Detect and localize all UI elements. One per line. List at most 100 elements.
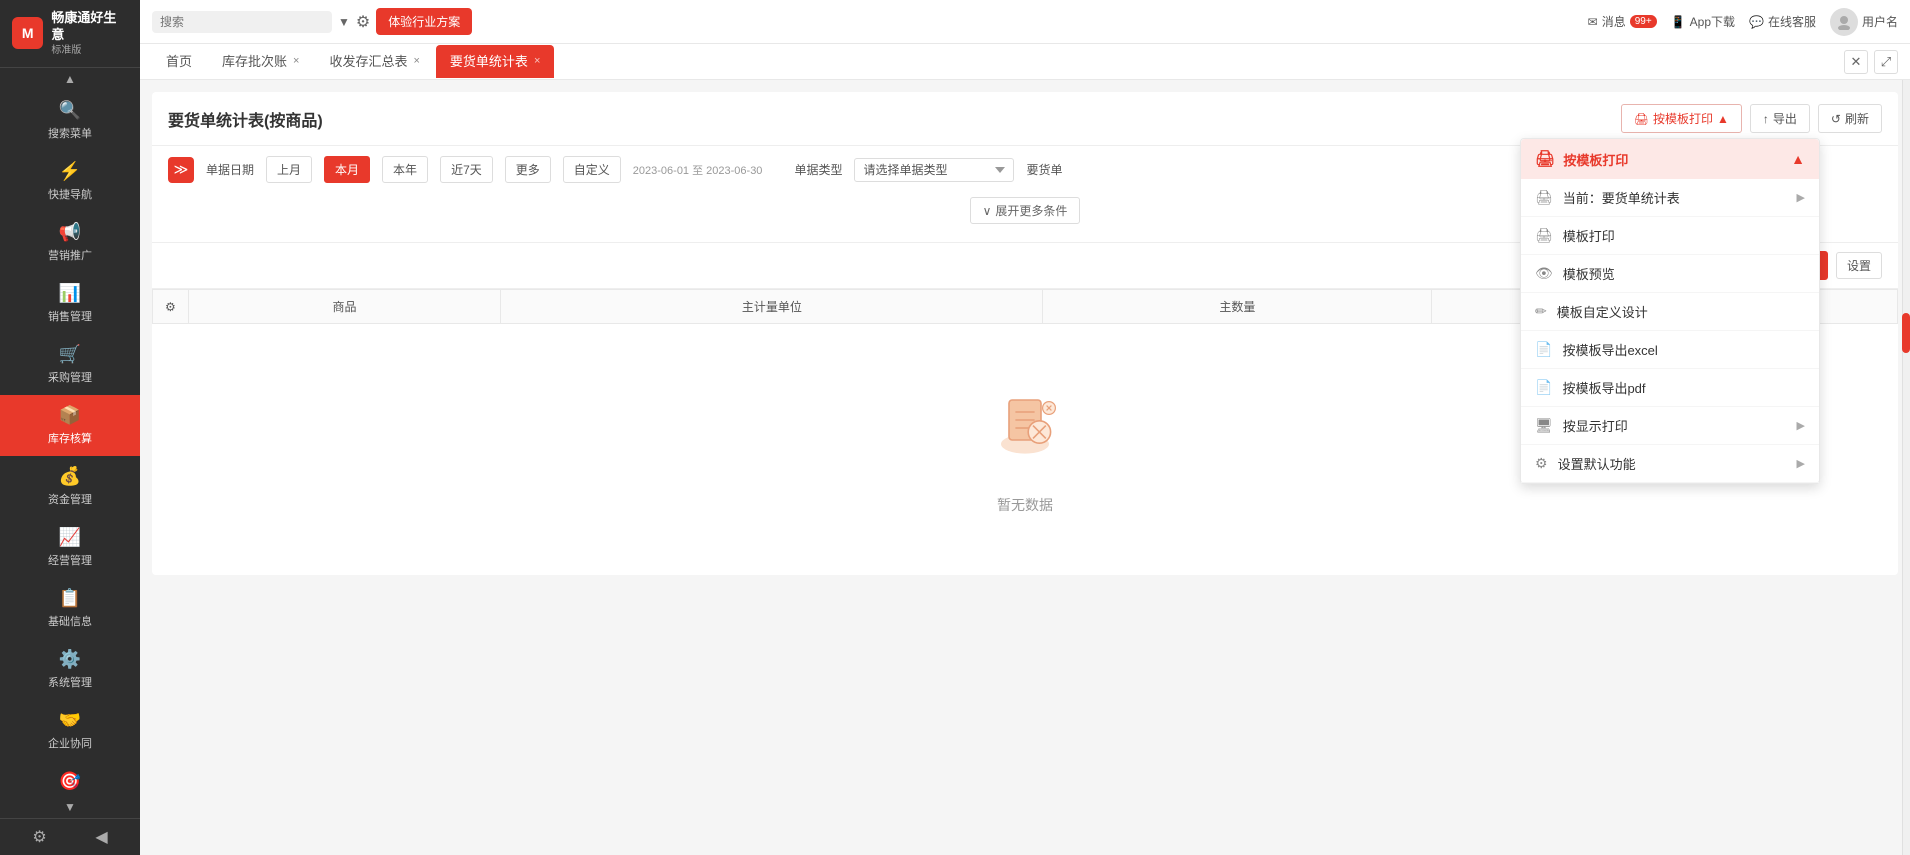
sidebar-item-basic[interactable]: 📋 基础信息 — [0, 578, 140, 639]
date-btn-this-month[interactable]: 本月 — [324, 156, 370, 183]
sidebar-item-quicknav[interactable]: ⚡ 快捷导航 — [0, 151, 140, 212]
top-bar-right: ✉ 消息 99+ 📱 App下载 💬 在线客服 用户名 — [1588, 8, 1898, 36]
sidebar-label-collab: 企业协同 — [48, 735, 92, 751]
topbar-gear-icon[interactable]: ⚙ — [356, 12, 370, 32]
refresh-btn-label: 刷新 — [1845, 110, 1869, 127]
app-download-btn[interactable]: 📱 App下载 — [1671, 13, 1735, 30]
refresh-icon: ↺ — [1831, 112, 1841, 126]
breadcrumb-search-input[interactable] — [152, 11, 332, 33]
sidebar-item-finance[interactable]: 💰 资金管理 — [0, 456, 140, 517]
dropdown-collapse-icon[interactable]: ▲ — [1791, 151, 1805, 167]
expand-icon: ⤢ — [1881, 54, 1891, 70]
basic-icon: 📋 — [59, 588, 81, 609]
dropdown-item-template-preview[interactable]: 👁 模板预览 — [1521, 255, 1819, 293]
dropdown-item-template-custom[interactable]: ✏ 模板自定义设计 — [1521, 293, 1819, 331]
col-quantity: 主数量 — [1043, 290, 1432, 324]
default-func-label: 设置默认功能 — [1558, 454, 1636, 473]
sidebar-item-operation[interactable]: 📈 经营管理 — [0, 517, 140, 578]
filter-expand-btn[interactable]: ≫ — [168, 157, 194, 183]
display-print-icon: 🖥 — [1535, 417, 1553, 434]
default-func-icon: ⚙ — [1535, 455, 1548, 472]
template-preview-icon: 👁 — [1535, 265, 1553, 282]
search-icon: 🔍 — [59, 100, 81, 121]
sidebar-item-search[interactable]: 🔍 搜索菜单 — [0, 90, 140, 151]
template-pdf-label: 按模板导出pdf — [1562, 378, 1645, 397]
date-btn-more[interactable]: 更多 — [505, 156, 551, 183]
tab-close-inventory-batch[interactable]: × — [293, 55, 299, 67]
dropdown-current-item[interactable]: 🖨 当前：要货单统计表 ▶ — [1521, 179, 1819, 217]
refresh-btn[interactable]: ↺ 刷新 — [1818, 104, 1882, 133]
dropdown-display-print-group[interactable]: 🖥 按显示打印 ▶ — [1521, 407, 1819, 445]
sidebar-label-inventory: 库存核算 — [48, 430, 92, 446]
user-avatar-area[interactable]: 用户名 — [1830, 8, 1898, 36]
tab-collection-summary[interactable]: 收发存汇总表 × — [315, 45, 433, 78]
scrollbar-right[interactable] — [1902, 80, 1910, 855]
template-print-label: 模板打印 — [1563, 226, 1615, 245]
system-icon: ⚙️ — [59, 649, 81, 670]
dropdown-item-template-pdf[interactable]: 📄 按模板导出pdf — [1521, 369, 1819, 407]
sidebar-audio-btn[interactable]: ◀ — [95, 827, 107, 847]
content-area: 要货单统计表(按商品) 🖨 按模板打印 ▲ ↑ 导出 ↺ 刷新 — [140, 80, 1910, 855]
tab-inventory-batch[interactable]: 库存批次账 × — [208, 45, 313, 78]
online-service-btn[interactable]: 💬 在线客服 — [1749, 13, 1816, 30]
sidebar-item-collab[interactable]: 🤝 企业协同 — [0, 700, 140, 761]
tab-requisition-stats[interactable]: 要货单统计表 × — [436, 45, 554, 78]
messages-label: 消息 — [1602, 13, 1626, 30]
dropdown-item-template-print[interactable]: 🖨 模板打印 — [1521, 217, 1819, 255]
service-icon: 💬 — [1749, 15, 1764, 29]
date-btn-custom[interactable]: 自定义 — [563, 156, 621, 183]
print-btn[interactable]: 🖨 按模板打印 ▲ — [1621, 104, 1742, 133]
sidebar-item-inventory[interactable]: 📦 库存核算 — [0, 395, 140, 456]
avatar — [1830, 8, 1858, 36]
type-filter-select[interactable]: 请选择单据类型 — [854, 158, 1014, 182]
app-icon: 📱 — [1671, 15, 1686, 29]
dropdown-header[interactable]: 🖨 按模板打印 ▲ — [1521, 139, 1819, 179]
tab-close-requisition-stats[interactable]: × — [534, 55, 540, 67]
marketing-icon: 📢 — [59, 222, 81, 243]
sidebar-bottom: ⚙ ◀ — [0, 818, 140, 855]
expand-more-icon: ∨ — [983, 204, 992, 218]
messages-btn[interactable]: ✉ 消息 99+ — [1588, 13, 1657, 30]
app-download-label: App下载 — [1690, 13, 1735, 30]
export-icon: ↑ — [1763, 112, 1769, 126]
dropdown-current-label: 当前：要货单统计表 — [1563, 188, 1680, 207]
date-btn-7days[interactable]: 近7天 — [440, 156, 493, 183]
default-func-chevron: ▶ — [1797, 457, 1805, 470]
sidebar-item-guide[interactable]: 🎯 新手引导 — [0, 761, 140, 796]
col-settings[interactable]: ⚙ — [153, 290, 189, 324]
sidebar-item-system[interactable]: ⚙️ 系统管理 — [0, 639, 140, 700]
sidebar-settings-btn[interactable]: ⚙ — [32, 827, 46, 847]
top-bar-left: ▼ ⚙ 体验行业方案 — [152, 8, 1580, 35]
dropdown-item-template-excel[interactable]: 📄 按模板导出excel — [1521, 331, 1819, 369]
display-print-chevron: ▶ — [1797, 419, 1805, 432]
tab-label-requisition-stats: 要货单统计表 — [450, 51, 528, 70]
expand-more-btn[interactable]: ∨ 展开更多条件 — [970, 197, 1081, 224]
date-btn-last-month[interactable]: 上月 — [266, 156, 312, 183]
quicknav-icon: ⚡ — [59, 161, 81, 182]
sidebar-label-operation: 经营管理 — [48, 552, 92, 568]
sidebar-item-sales[interactable]: 📊 销售管理 — [0, 273, 140, 334]
date-btn-this-year[interactable]: 本年 — [382, 156, 428, 183]
trial-btn[interactable]: 体验行业方案 — [376, 8, 472, 35]
sidebar-item-marketing[interactable]: 📢 营销推广 — [0, 212, 140, 273]
template-custom-label: 模板自定义设计 — [1557, 302, 1648, 321]
breadcrumb-dropdown-icon[interactable]: ▼ — [338, 15, 350, 29]
top-bar: ▼ ⚙ 体验行业方案 ✉ 消息 99+ 📱 App下载 💬 在线客服 — [140, 0, 1910, 44]
sidebar-item-purchase[interactable]: 🛒 采购管理 — [0, 334, 140, 395]
expand-more-label: 展开更多条件 — [995, 202, 1067, 219]
sidebar-scroll-down[interactable]: ▼ — [0, 796, 140, 818]
tab-close-collection-summary[interactable]: × — [413, 55, 419, 67]
col-unit: 主计量单位 — [501, 290, 1043, 324]
tab-close-window-btn[interactable]: ✕ — [1844, 50, 1868, 74]
settings-btn[interactable]: 设置 — [1836, 252, 1882, 279]
tab-home[interactable]: 首页 — [152, 45, 206, 78]
chevron-down-icon: ▼ — [64, 800, 76, 814]
dropdown-default-func-group[interactable]: ⚙ 设置默认功能 ▶ — [1521, 445, 1819, 483]
sidebar-scroll-up[interactable]: ▲ — [0, 68, 140, 90]
finance-icon: 💰 — [59, 466, 81, 487]
expand-arrows-icon: ≫ — [174, 161, 189, 178]
export-btn[interactable]: ↑ 导出 — [1750, 104, 1810, 133]
logo-sub-text: 标准版 — [51, 44, 128, 57]
tab-expand-btn[interactable]: ⤢ — [1874, 50, 1898, 74]
main-area: ▼ ⚙ 体验行业方案 ✉ 消息 99+ 📱 App下载 💬 在线客服 — [140, 0, 1910, 855]
